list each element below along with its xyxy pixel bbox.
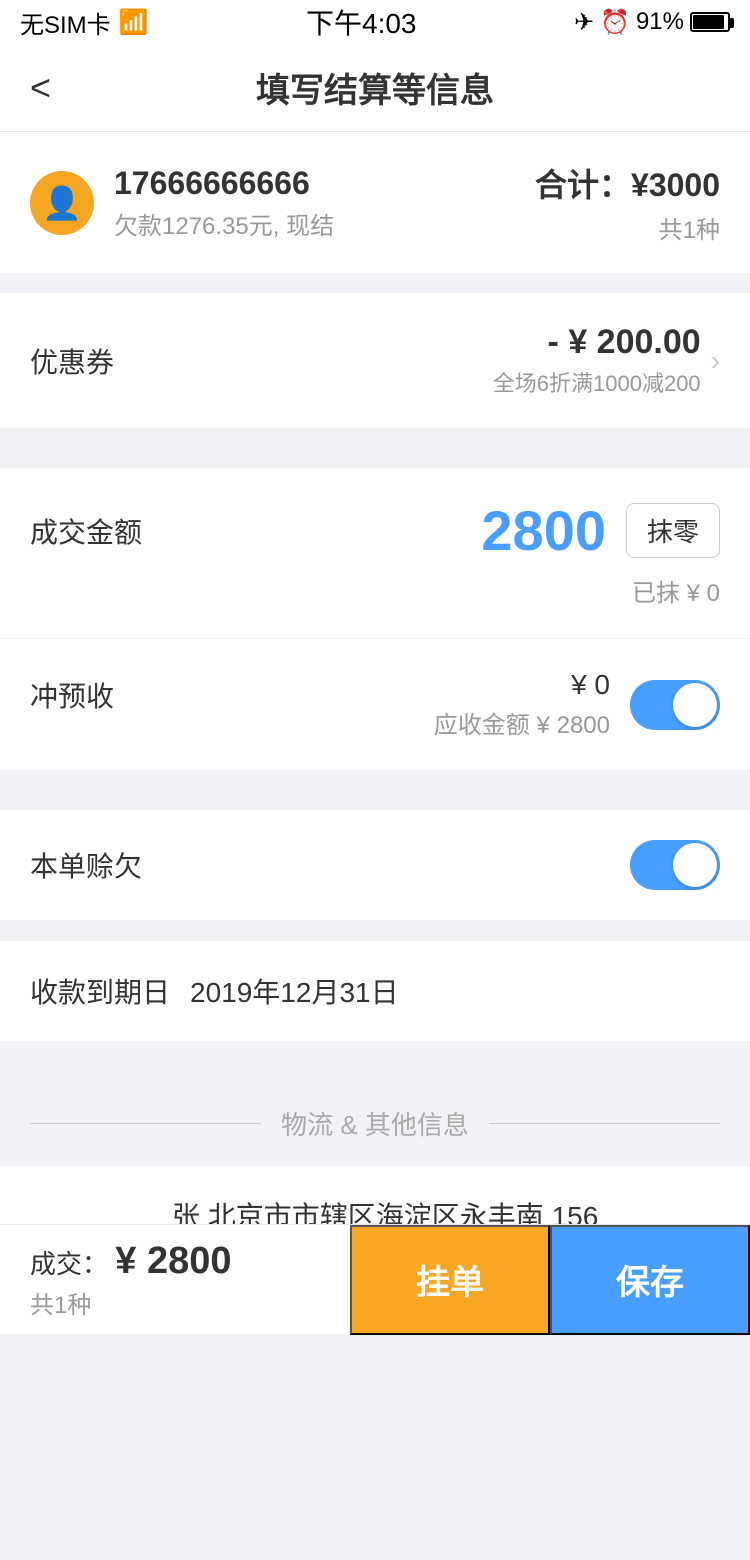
bottom-deal-label: 成交： ¥ 2800 [30, 1240, 320, 1283]
logistics-label: 物流 & 其他信息 [281, 1105, 469, 1142]
bottom-deal-amount: ¥ 2800 [115, 1240, 231, 1282]
prepay-right: ¥ 0 应收金额 ¥ 2800 [434, 669, 720, 740]
content-area: 👤 17666666666 欠款1276.35元, 现结 合计：¥3000 共1… [0, 132, 750, 1560]
save-button[interactable]: 保存 [550, 1225, 750, 1335]
deal-amount-group: 2800 抹零 [481, 498, 720, 563]
status-right: ✈ ⏰ 91% [574, 8, 730, 37]
customer-debt: 欠款1276.35元, 现结 [114, 206, 535, 241]
carrier-label: 无SIM卡 [20, 5, 111, 40]
total-value: ¥3000 [631, 167, 720, 203]
bottom-spacer [0, 1330, 750, 1450]
prepay-sub: 应收金额 ¥ 2800 [434, 705, 610, 740]
due-date-row: 收款到期日 2019年12月31日 [0, 941, 750, 1041]
coupon-discount: - ¥ 200.00 [493, 323, 701, 362]
prepay-amount-group: ¥ 0 应收金额 ¥ 2800 [434, 669, 610, 740]
toggle-knob [673, 683, 717, 727]
coupon-row[interactable]: 优惠券 - ¥ 200.00 全场6折满1000减200 › [0, 293, 750, 428]
credit-label: 本单赊欠 [30, 845, 142, 885]
customer-total: 合计：¥3000 共1种 [535, 160, 720, 245]
coupon-label: 优惠券 [30, 341, 114, 381]
coupon-desc: 全场6折满1000减200 [493, 366, 701, 398]
logistics-header: 物流 & 其他信息 [0, 1081, 750, 1166]
credit-row: 本单赊欠 [0, 810, 750, 920]
prepay-amount: ¥ 0 [434, 669, 610, 701]
chevron-right-icon: › [711, 345, 720, 377]
pending-button[interactable]: 挂单 [350, 1225, 550, 1335]
credit-toggle-knob [673, 843, 717, 887]
deal-prefix: 成交： [30, 1249, 108, 1279]
avatar: 👤 [30, 171, 94, 235]
round-button[interactable]: 抹零 [626, 503, 720, 558]
due-date-label: 收款到期日 [30, 971, 170, 1011]
deal-label: 成交金额 [30, 511, 142, 551]
battery-label: 91% [636, 8, 684, 36]
wifi-icon: 📶 [119, 8, 149, 37]
deal-section-inner: 成交金额 2800 抹零 已抹 ¥ 0 [0, 468, 750, 638]
customer-row: 👤 17666666666 欠款1276.35元, 现结 合计：¥3000 共1… [0, 132, 750, 273]
divider-2 [0, 790, 750, 810]
customer-phone: 17666666666 [114, 165, 535, 202]
customer-section: 👤 17666666666 欠款1276.35元, 现结 合计：¥3000 共1… [0, 132, 750, 273]
credit-toggle[interactable] [630, 840, 720, 890]
avatar-icon: 👤 [42, 184, 82, 222]
back-button[interactable]: < [30, 67, 51, 109]
total-amount: 合计：¥3000 [535, 160, 720, 206]
battery-icon [690, 12, 730, 32]
header-line-left [30, 1123, 261, 1124]
coupon-section: 优惠券 - ¥ 200.00 全场6折满1000减200 › [0, 293, 750, 428]
status-left: 无SIM卡 📶 [20, 5, 149, 40]
deal-amount-value: 2800 [481, 498, 606, 563]
prepay-label: 冲预收 [30, 669, 114, 715]
prepay-toggle[interactable] [630, 680, 720, 730]
deal-sub-text: 已抹 ¥ 0 [30, 573, 720, 608]
divider-1 [0, 448, 750, 468]
deal-row: 成交金额 2800 抹零 [30, 498, 720, 563]
due-date-section: 收款到期日 2019年12月31日 [0, 940, 750, 1041]
page-title: 填写结算等信息 [256, 63, 494, 112]
coupon-value: - ¥ 200.00 全场6折满1000减200 › [493, 323, 720, 398]
deal-amount-section: 成交金额 2800 抹零 已抹 ¥ 0 冲预收 ¥ 0 应收金额 ¥ 2800 [0, 468, 750, 770]
total-count: 共1种 [535, 210, 720, 245]
customer-info: 17666666666 欠款1276.35元, 现结 [114, 165, 535, 241]
time-label: 下午4:03 [306, 2, 417, 42]
location-icon: ✈ [574, 8, 594, 37]
alarm-icon: ⏰ [600, 8, 630, 37]
header-line-right [489, 1123, 720, 1124]
total-label: 合计： [535, 167, 631, 203]
credit-section: 本单赊欠 [0, 810, 750, 920]
prepay-section: 冲预收 ¥ 0 应收金额 ¥ 2800 [0, 638, 750, 770]
due-date-value: 2019年12月31日 [190, 971, 399, 1011]
bottom-info: 成交： ¥ 2800 共1种 [0, 1240, 350, 1320]
bottom-bar: 成交： ¥ 2800 共1种 挂单 保存 [0, 1224, 750, 1334]
prepay-row: 冲预收 ¥ 0 应收金额 ¥ 2800 [30, 669, 720, 740]
status-bar: 无SIM卡 📶 下午4:03 ✈ ⏰ 91% [0, 0, 750, 44]
bottom-deal-count: 共1种 [30, 1285, 320, 1320]
divider-3 [0, 1061, 750, 1081]
nav-bar: < 填写结算等信息 [0, 44, 750, 132]
